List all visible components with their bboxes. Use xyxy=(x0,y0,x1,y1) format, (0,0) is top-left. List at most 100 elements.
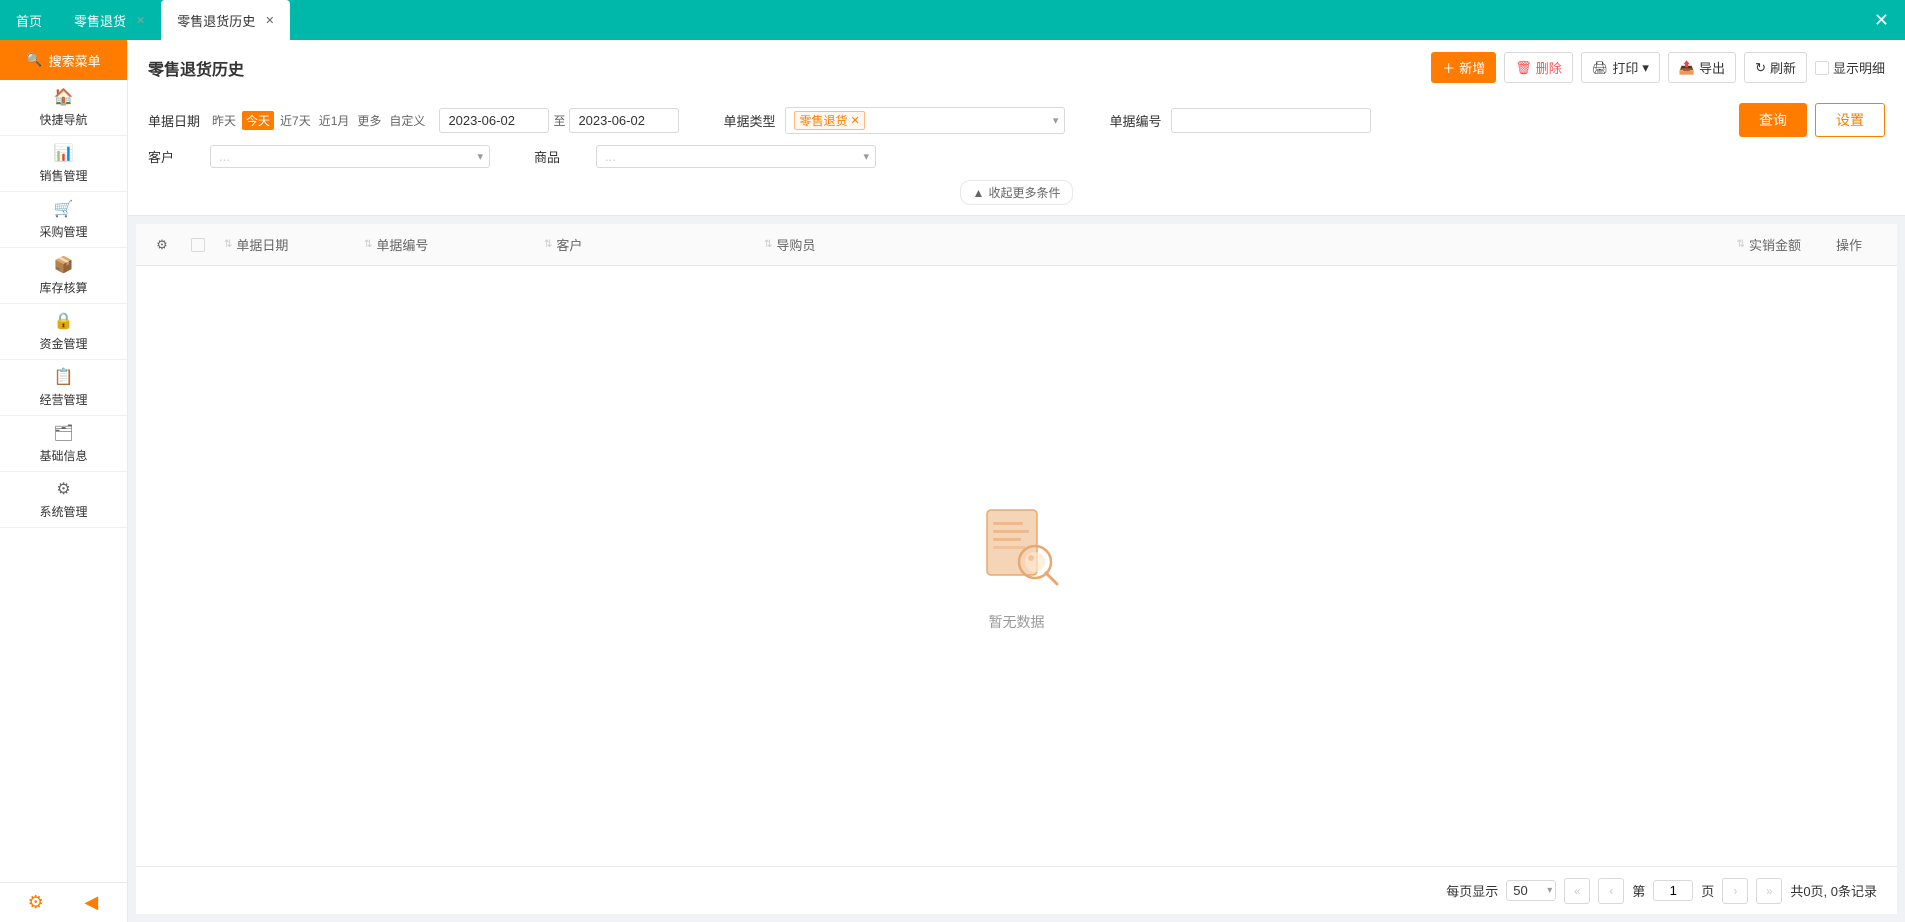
date-shortcut-custom[interactable]: 自定义 xyxy=(387,111,427,130)
nav-items: 🏠 快捷导航 📊 销售管理 🛒 采购管理 📦 库存核算 🔒 资金管理 📋 xyxy=(0,80,127,882)
display-detail-toggle[interactable]: 显示明细 xyxy=(1815,58,1885,77)
tab-retail-return-history-close[interactable]: ✕ xyxy=(265,14,274,27)
delete-icon: 🗑 xyxy=(1515,60,1532,76)
print-icon: 🖨 xyxy=(1592,60,1609,76)
tab-retail-return[interactable]: 零售退货 ✕ xyxy=(58,0,161,40)
sales-icon: 📊 xyxy=(54,143,74,163)
total-info: 共0页, 0条记录 xyxy=(1790,881,1877,900)
th-date[interactable]: ⇅ 单据日期 xyxy=(216,235,356,254)
prev-page-icon: ‹ xyxy=(1609,884,1613,898)
table-container: ⚙ ⇅ 单据日期 ⇅ 单据编号 ⇅ 客户 xyxy=(136,224,1897,866)
refresh-button[interactable]: ↻ 刷新 xyxy=(1744,52,1807,83)
tab-retail-return-history[interactable]: 零售退货历史 ✕ xyxy=(161,0,290,40)
filter-type-select[interactable]: 零售退货 ✕ ▾ xyxy=(785,107,1065,134)
tab-home[interactable]: 首页 xyxy=(0,0,58,40)
sidebar-settings-button[interactable]: ⚙ xyxy=(20,887,52,919)
th-guide[interactable]: ⇅ 导购员 xyxy=(756,235,896,254)
th-amount[interactable]: ⇅ 实销金额 xyxy=(896,235,1809,254)
filter-number-label: 单据编号 xyxy=(1109,111,1165,130)
delete-label: 删除 xyxy=(1536,58,1562,77)
tab-retail-return-close[interactable]: ✕ xyxy=(136,14,145,27)
date-shortcut-1month[interactable]: 近1月 xyxy=(317,111,352,130)
new-button[interactable]: ＋ 新增 xyxy=(1431,52,1496,83)
sidebar-collapse-button[interactable]: ◀ xyxy=(75,887,107,919)
customer-arrow-icon: ▾ xyxy=(477,150,483,163)
date-shortcut-7days[interactable]: 近7天 xyxy=(278,111,313,130)
delete-button[interactable]: 🗑 删除 xyxy=(1504,52,1573,83)
print-dropdown-icon: ▾ xyxy=(1642,60,1649,76)
sidebar-item-sales-mgmt-label: 销售管理 xyxy=(39,167,87,184)
search-menu-button[interactable]: 🔍 搜索菜单 xyxy=(0,40,127,80)
home-icon: 🏠 xyxy=(54,87,74,107)
capital-icon: 🔒 xyxy=(54,311,74,331)
filter-goods-select[interactable]: ... ▾ xyxy=(596,145,876,168)
filter-item-customer: 客户 ... ▾ xyxy=(148,145,490,168)
th-number[interactable]: ⇅ 单据编号 xyxy=(356,235,536,254)
first-page-button[interactable]: « xyxy=(1564,878,1590,904)
filter-item-date-range: 至 xyxy=(439,108,679,133)
sidebar-item-purchase-mgmt[interactable]: 🛒 采购管理 xyxy=(0,192,127,248)
export-button[interactable]: 📤 导出 xyxy=(1668,52,1736,83)
filter-customer-select[interactable]: ... ▾ xyxy=(210,145,490,168)
sidebar-item-capital-mgmt[interactable]: 🔒 资金管理 xyxy=(0,304,127,360)
sidebar-item-basic-info[interactable]: 🗂 基础信息 xyxy=(0,416,127,472)
sidebar-item-capital-mgmt-label: 资金管理 xyxy=(39,335,87,352)
sidebar-item-system-mgmt[interactable]: ⚙ 系统管理 xyxy=(0,472,127,528)
sidebar-item-quick-nav[interactable]: 🏠 快捷导航 xyxy=(0,80,127,136)
th-settings[interactable]: ⚙ xyxy=(144,237,180,253)
date-shortcut-more[interactable]: 更多 xyxy=(355,111,383,130)
date-shortcut-today[interactable]: 今天 xyxy=(242,111,274,130)
export-label: 导出 xyxy=(1699,58,1725,77)
header-checkbox[interactable] xyxy=(191,238,205,252)
filter-row-2: 客户 ... ▾ 商品 ... ▾ xyxy=(148,145,1885,168)
table-header: ⚙ ⇅ 单据日期 ⇅ 单据编号 ⇅ 客户 xyxy=(136,224,1897,266)
query-button[interactable]: 查询 xyxy=(1739,103,1807,137)
page-label: 第 xyxy=(1632,881,1645,900)
last-page-button[interactable]: » xyxy=(1756,878,1782,904)
sidebar-item-business-mgmt[interactable]: 📋 经营管理 xyxy=(0,360,127,416)
date-from-input[interactable] xyxy=(439,108,549,133)
th-checkbox[interactable] xyxy=(180,238,216,252)
filter-area: 单据日期 昨天 今天 近7天 近1月 更多 自定义 至 xyxy=(148,95,1885,215)
main-layout: 🔍 搜索菜单 🏠 快捷导航 📊 销售管理 🛒 采购管理 📦 库存核算 🔒 xyxy=(0,40,1905,922)
print-button[interactable]: 🖨 打印 ▾ xyxy=(1581,52,1660,83)
empty-text: 暂无数据 xyxy=(989,612,1045,632)
purchase-icon: 🛒 xyxy=(54,199,74,219)
date-to-input[interactable] xyxy=(569,108,679,133)
toolbar: ＋ 新增 🗑 删除 🖨 打印 ▾ 📤 导出 xyxy=(1431,52,1885,83)
pagination: 每页显示 10 20 50 100 « ‹ 第 页 xyxy=(136,866,1897,914)
th-date-label: 单据日期 xyxy=(236,235,288,254)
prev-page-button[interactable]: ‹ xyxy=(1598,878,1624,904)
sidebar-item-system-mgmt-label: 系统管理 xyxy=(39,503,87,520)
display-detail-checkbox[interactable] xyxy=(1815,61,1829,75)
sidebar-item-sales-mgmt[interactable]: 📊 销售管理 xyxy=(0,136,127,192)
tab-retail-return-label: 零售退货 xyxy=(74,11,126,30)
filter-customer-label: 客户 xyxy=(148,147,204,166)
th-customer[interactable]: ⇅ 客户 xyxy=(536,235,756,254)
per-page-select[interactable]: 10 20 50 100 xyxy=(1506,880,1556,901)
window-close-button[interactable]: ✕ xyxy=(1858,10,1905,31)
page-number-input[interactable] xyxy=(1653,880,1693,901)
filter-row-1: 单据日期 昨天 今天 近7天 近1月 更多 自定义 至 xyxy=(148,103,1885,137)
filter-item-date: 单据日期 昨天 今天 近7天 近1月 更多 自定义 xyxy=(148,111,427,130)
th-actions: 操作 xyxy=(1809,235,1889,254)
export-icon: 📤 xyxy=(1679,60,1695,76)
filter-item-goods: 商品 ... ▾ xyxy=(534,145,876,168)
filter-setting-button[interactable]: 设置 xyxy=(1815,103,1885,137)
query-label: 查询 xyxy=(1759,112,1787,128)
date-range-separator: 至 xyxy=(553,112,565,129)
collapse-button[interactable]: ▲ 收起更多条件 xyxy=(960,180,1074,205)
filter-number-input[interactable] xyxy=(1171,108,1371,133)
date-shortcut-yesterday[interactable]: 昨天 xyxy=(210,111,238,130)
goods-arrow-icon: ▾ xyxy=(863,150,869,163)
last-page-icon: » xyxy=(1766,884,1773,898)
new-label: 新增 xyxy=(1459,58,1485,77)
refresh-icon: ↻ xyxy=(1755,60,1766,76)
next-page-button[interactable]: › xyxy=(1722,878,1748,904)
filter-item-number: 单据编号 xyxy=(1109,108,1371,133)
first-page-icon: « xyxy=(1574,884,1581,898)
th-actions-label: 操作 xyxy=(1836,235,1862,254)
sidebar-item-inventory[interactable]: 📦 库存核算 xyxy=(0,248,127,304)
type-tag-close[interactable]: ✕ xyxy=(850,114,859,127)
sidebar-item-quick-nav-label: 快捷导航 xyxy=(39,111,87,128)
